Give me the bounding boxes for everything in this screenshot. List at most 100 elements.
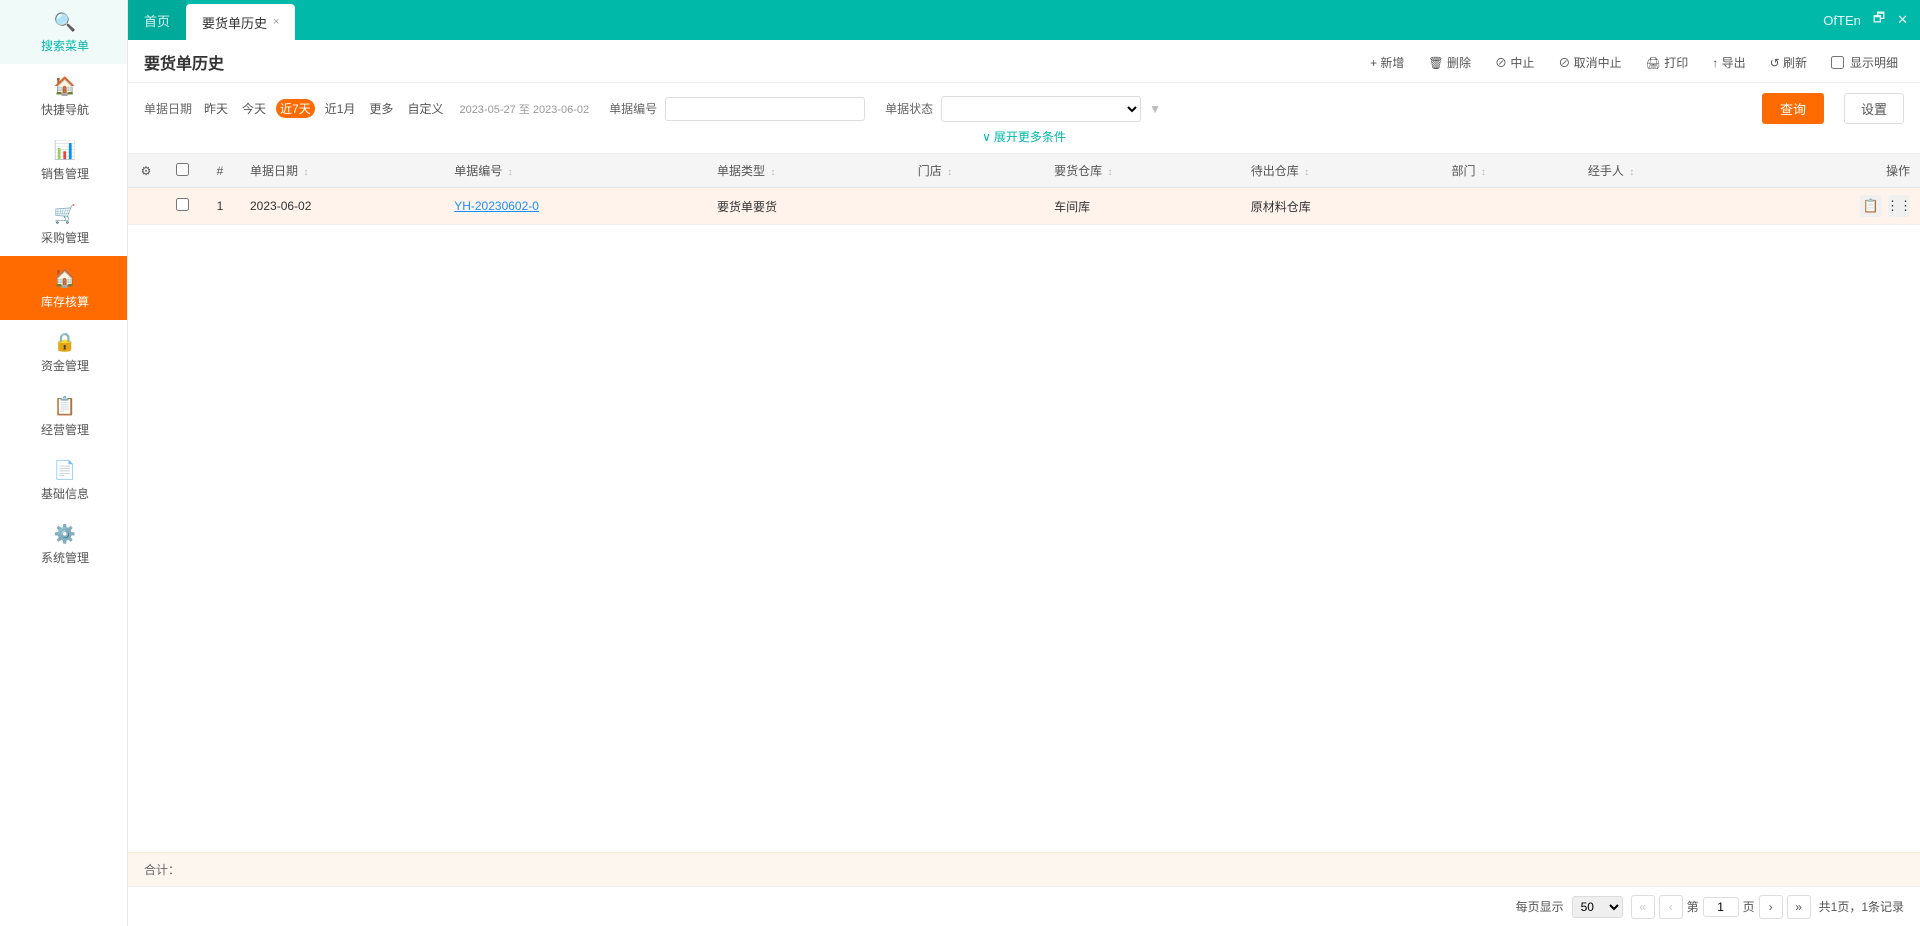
- sidebar-item-purchase[interactable]: 🛒采购管理: [0, 192, 127, 256]
- date-opt-自定义[interactable]: 自定义: [403, 99, 447, 118]
- refresh-button[interactable]: ↺ 刷新: [1764, 52, 1813, 73]
- sidebar-label-quick-nav: 快捷导航: [41, 101, 89, 118]
- sidebar-item-basic-info[interactable]: 📄基础信息: [0, 448, 127, 512]
- toolbar: + 新增 🗑 删除 ⊘ 中止 ⊘ 取消中止 🖨 打印 ↑ 导出 ↺ 刷新 显示明…: [1364, 52, 1904, 73]
- col-settings[interactable]: ⚙: [128, 154, 164, 188]
- pagination: 每页显示 102050100 « ‹ 第 页 › » 共1页，1条记录: [128, 886, 1920, 926]
- date-range: 2023-05-27 至 2023-06-02: [459, 101, 589, 117]
- row-num-0: 1: [200, 188, 240, 225]
- close-btn[interactable]: ✕: [1897, 12, 1908, 28]
- row-pendwh-0: 原材料仓库: [1241, 188, 1442, 225]
- display-detail-check[interactable]: [1831, 56, 1844, 69]
- operations-icon: 📋: [54, 396, 76, 417]
- select-all-checkbox[interactable]: [176, 163, 189, 176]
- sidebar-label-search: 搜索菜单: [41, 37, 89, 54]
- page-title: 要货单历史: [144, 50, 224, 74]
- sidebar-label-sales: 销售管理: [41, 165, 89, 182]
- col-operation: 操作: [1744, 154, 1920, 188]
- doc-no-input[interactable]: [665, 97, 865, 121]
- next-page-btn[interactable]: ›: [1759, 895, 1783, 919]
- row-more-icon-0[interactable]: ⋮⋮: [1888, 195, 1910, 217]
- col-handler[interactable]: 经手人 ↕: [1578, 154, 1744, 188]
- row-actions-0: 📋 ⋮⋮: [1744, 188, 1920, 225]
- expand-chevron-icon: ∨: [982, 130, 991, 144]
- date-opt-昨天[interactable]: 昨天: [200, 99, 232, 118]
- date-opt-更多[interactable]: 更多: [365, 99, 397, 118]
- quick-nav-icon: 🏠: [54, 76, 76, 97]
- sidebar-item-finance[interactable]: 🔒 资金管理: [0, 320, 127, 384]
- sidebar-label-system: 系统管理: [41, 549, 89, 566]
- date-opt-今天[interactable]: 今天: [238, 99, 270, 118]
- query-button[interactable]: 查询: [1762, 93, 1824, 124]
- page-word: 第: [1687, 898, 1699, 915]
- cancel-stop-button[interactable]: ⊘ 取消中止: [1552, 52, 1627, 73]
- page-size-select[interactable]: 102050100: [1572, 896, 1623, 918]
- basic-info-icon: 📄: [54, 460, 76, 481]
- tab-close-requisition-history[interactable]: ×: [273, 16, 279, 28]
- col-date[interactable]: 单据日期 ↕: [240, 154, 444, 188]
- sidebar-item-search[interactable]: 🔍搜索菜单: [0, 0, 127, 64]
- main-area: 首页要货单历史× OfTEn 🗗 ✕ 要货单历史 + 新增 🗑 删除 ⊘ 中止 …: [128, 0, 1920, 926]
- col-department[interactable]: 部门 ↕: [1441, 154, 1577, 188]
- last-page-btn[interactable]: »: [1787, 895, 1811, 919]
- stop-button[interactable]: ⊘ 中止: [1489, 52, 1540, 73]
- table-header-row: ⚙ # 单据日期 ↕ 单据编号 ↕ 单据类型 ↕ 门店 ↕ 要货仓库 ↕ 待出仓…: [128, 154, 1920, 188]
- finance-icon: 🔒: [54, 332, 76, 353]
- row-checkbox-0[interactable]: [164, 188, 200, 225]
- total-label: 合计：: [144, 861, 180, 878]
- sidebar-item-inventory[interactable]: 🏠库存核算: [0, 256, 127, 320]
- setting-button[interactable]: 设置: [1844, 93, 1904, 124]
- sidebar-label-operations: 经营管理: [41, 421, 89, 438]
- date-opt-近7天[interactable]: 近7天: [276, 99, 315, 118]
- row-date-0: 2023-06-02: [240, 188, 444, 225]
- sidebar-item-operations[interactable]: 📋 经营管理: [0, 384, 127, 448]
- add-button[interactable]: + 新增: [1364, 52, 1410, 73]
- sidebar-item-system[interactable]: ⚙️系统管理: [0, 512, 127, 576]
- first-page-btn[interactable]: «: [1631, 895, 1655, 919]
- sidebar-item-sales[interactable]: 📊 销售管理: [0, 128, 127, 192]
- col-req-warehouse[interactable]: 要货仓库 ↕: [1044, 154, 1241, 188]
- tab-home[interactable]: 首页: [128, 0, 186, 40]
- export-button[interactable]: ↑ 导出: [1706, 52, 1751, 73]
- expand-filter-btn[interactable]: ∨ 展开更多条件: [144, 128, 1904, 145]
- table-area: ⚙ # 单据日期 ↕ 单据编号 ↕ 单据类型 ↕ 门店 ↕ 要货仓库 ↕ 待出仓…: [128, 154, 1920, 852]
- prev-page-btn[interactable]: ‹: [1659, 895, 1683, 919]
- row-settings-0: [128, 188, 164, 225]
- display-detail-checkbox[interactable]: 显示明细: [1825, 52, 1904, 73]
- table-row: 1 2023-06-02 YH-20230602-0 要货单要货 车间库 原材料…: [128, 188, 1920, 225]
- row-doctype-0: 要货单要货: [707, 188, 908, 225]
- sales-icon: 📊: [54, 140, 76, 161]
- page-number-input[interactable]: [1703, 897, 1739, 917]
- print-button[interactable]: 🖨 打印: [1640, 52, 1695, 73]
- status-select[interactable]: [941, 96, 1141, 122]
- tab-requisition-history[interactable]: 要货单历史×: [186, 4, 295, 40]
- row-check-0[interactable]: [176, 198, 189, 211]
- col-pending-warehouse[interactable]: 待出仓库 ↕: [1241, 154, 1442, 188]
- sidebar-item-quick-nav[interactable]: 🏠 快捷导航: [0, 64, 127, 128]
- col-store[interactable]: 门店 ↕: [908, 154, 1044, 188]
- footer-total: 合计：: [128, 852, 1920, 886]
- col-doc-no[interactable]: 单据编号 ↕: [444, 154, 707, 188]
- delete-button[interactable]: 🗑 删除: [1422, 52, 1477, 73]
- page-size-label: 每页显示: [1516, 898, 1564, 915]
- total-info: 共1页，1条记录: [1819, 898, 1904, 915]
- brand-label: OfTEn: [1823, 13, 1861, 28]
- col-doc-type[interactable]: 单据类型 ↕: [707, 154, 908, 188]
- row-dept-0: [1441, 188, 1577, 225]
- date-opt-近1月[interactable]: 近1月: [321, 99, 360, 118]
- display-detail-label: 显示明细: [1850, 54, 1898, 71]
- purchase-icon: 🛒: [54, 204, 76, 225]
- sidebar-label-inventory: 库存核算: [41, 293, 89, 310]
- sidebar: 🔍搜索菜单 🏠 快捷导航 📊 销售管理 🛒采购管理🏠库存核算 🔒 资金管理 📋 经营管理 📄基础信息…: [0, 0, 128, 926]
- row-reqwh-0: 车间库: [1044, 188, 1241, 225]
- top-bar-right: OfTEn 🗗 ✕: [1823, 9, 1920, 31]
- date-options: 昨天今天近7天近1月更多自定义: [200, 99, 447, 118]
- data-table: ⚙ # 单据日期 ↕ 单据编号 ↕ 单据类型 ↕ 门店 ↕ 要货仓库 ↕ 待出仓…: [128, 154, 1920, 225]
- restore-btn[interactable]: 🗗: [1873, 9, 1885, 31]
- row-edit-icon-0[interactable]: 📋: [1860, 195, 1882, 217]
- sidebar-label-finance: 资金管理: [41, 357, 89, 374]
- filter-row-1: 单据日期 昨天今天近7天近1月更多自定义 2023-05-27 至 2023-0…: [144, 93, 1904, 124]
- row-docno-0[interactable]: YH-20230602-0: [444, 188, 707, 225]
- filter-area: 单据日期 昨天今天近7天近1月更多自定义 2023-05-27 至 2023-0…: [128, 83, 1920, 154]
- tab-label-home: 首页: [144, 11, 170, 30]
